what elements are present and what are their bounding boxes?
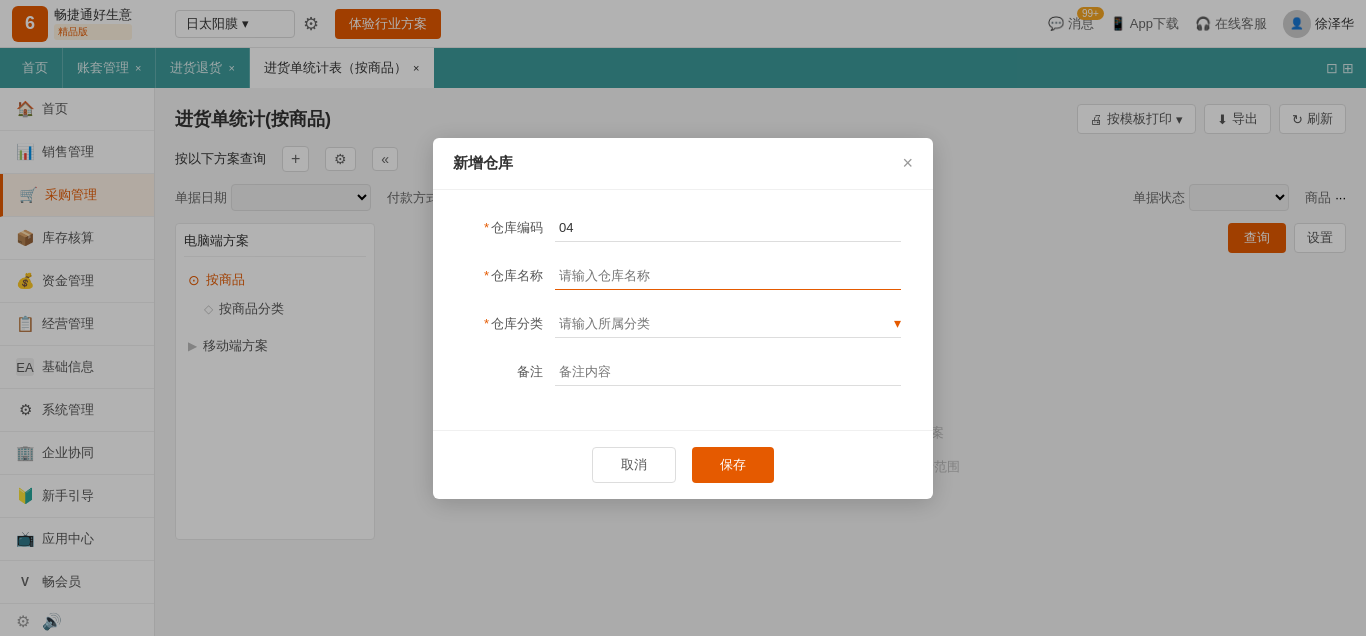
form-row-code: 仓库编码: [465, 214, 901, 242]
cancel-button[interactable]: 取消: [592, 447, 676, 483]
dialog-title: 新增仓库: [453, 154, 513, 173]
name-label: 仓库名称: [465, 267, 555, 285]
save-button[interactable]: 保存: [692, 447, 774, 483]
category-dropdown-icon[interactable]: ▾: [894, 315, 901, 331]
category-select-wrapper: ▾: [555, 310, 901, 338]
dialog-header: 新增仓库 ×: [433, 138, 933, 190]
dialog-body: 仓库编码 仓库名称 仓库分类 ▾ 备注: [433, 190, 933, 430]
remark-label: 备注: [465, 363, 555, 381]
form-row-category: 仓库分类 ▾: [465, 310, 901, 338]
form-row-name: 仓库名称: [465, 262, 901, 290]
code-label: 仓库编码: [465, 219, 555, 237]
category-input[interactable]: [555, 310, 894, 337]
dialog-footer: 取消 保存: [433, 430, 933, 499]
dialog-close-button[interactable]: ×: [902, 154, 913, 172]
category-label: 仓库分类: [465, 315, 555, 333]
remark-input[interactable]: [555, 358, 901, 386]
form-row-remark: 备注: [465, 358, 901, 386]
code-input[interactable]: [555, 214, 901, 242]
name-input[interactable]: [555, 262, 901, 290]
modal-overlay: 新增仓库 × 仓库编码 仓库名称 仓库分类 ▾: [0, 0, 1366, 636]
add-warehouse-dialog: 新增仓库 × 仓库编码 仓库名称 仓库分类 ▾: [433, 138, 933, 499]
